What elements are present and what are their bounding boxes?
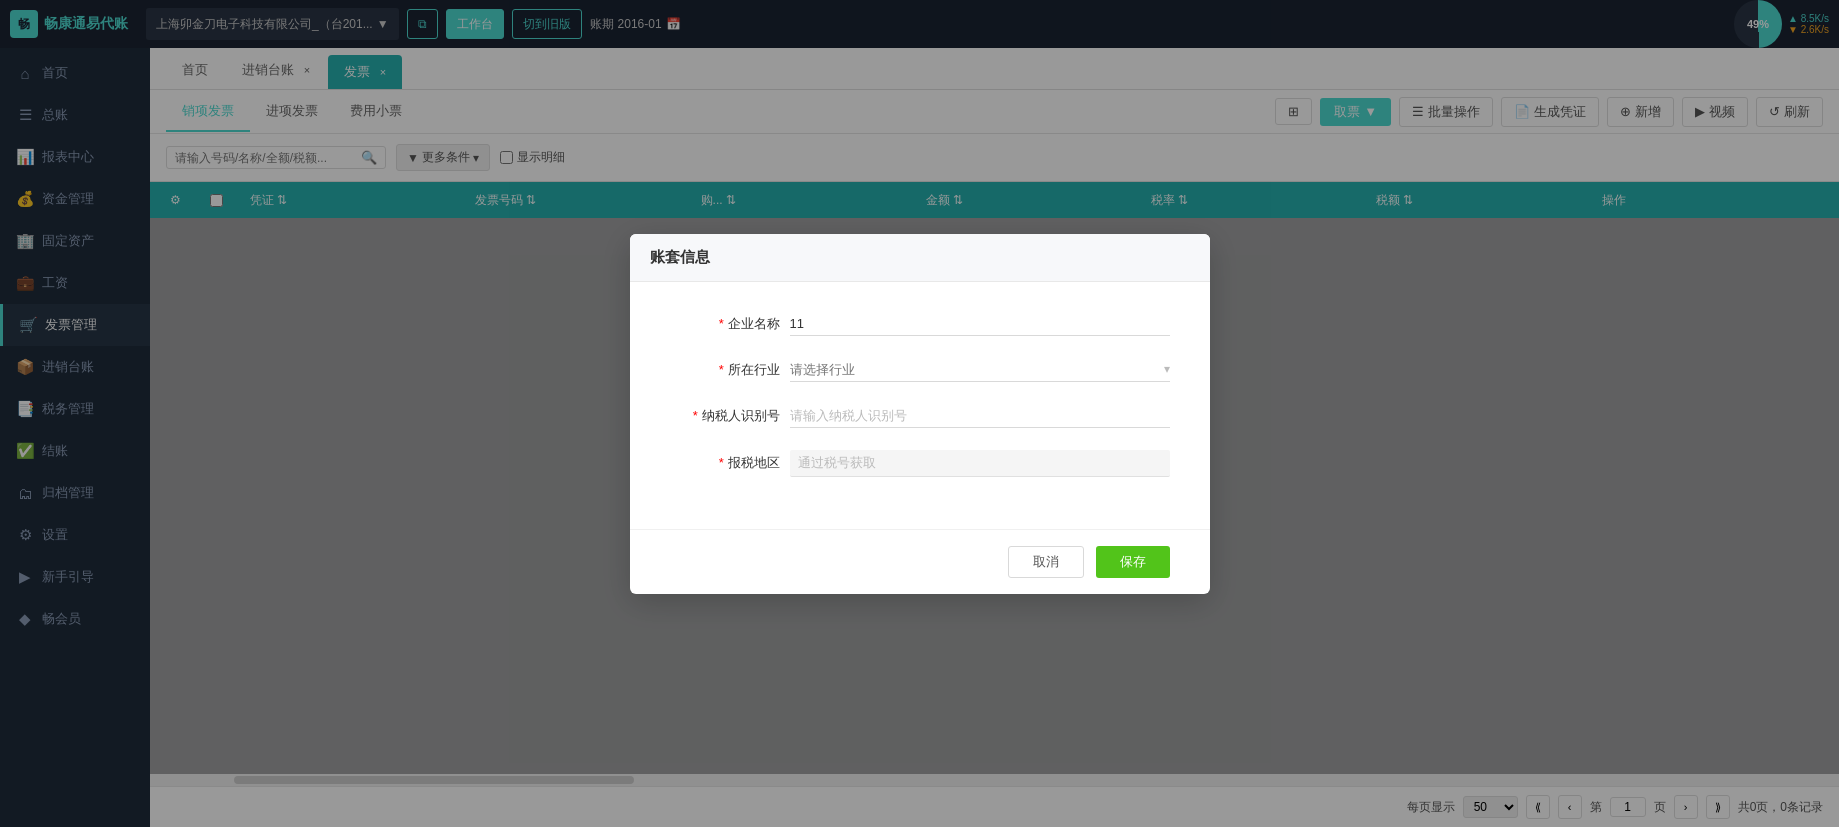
company-name-input[interactable] (790, 312, 1170, 336)
modal-footer: 取消 保存 (630, 529, 1210, 594)
modal-header: 账套信息 (630, 234, 1210, 282)
save-button[interactable]: 保存 (1096, 546, 1170, 578)
tax-id-input[interactable] (790, 404, 1170, 428)
company-name-label: * 企业名称 (670, 315, 790, 333)
industry-label: * 所在行业 (670, 361, 790, 379)
form-row-tax-region: * 报税地区 通过税号获取 (670, 450, 1170, 477)
form-row-tax-id: * 纳税人识别号 (670, 404, 1170, 428)
industry-input[interactable] (790, 362, 1164, 377)
tax-region-readonly: 通过税号获取 (790, 450, 1170, 477)
form-row-company: * 企业名称 (670, 312, 1170, 336)
tax-id-label: * 纳税人识别号 (670, 407, 790, 425)
industry-chevron-icon: ▾ (1164, 362, 1170, 376)
form-row-industry: * 所在行业 ▾ (670, 358, 1170, 382)
tax-region-label: * 报税地区 (670, 454, 790, 472)
modal-backdrop: 账套信息 * 企业名称 * 所在行业 ▾ (0, 0, 1839, 827)
account-info-modal: 账套信息 * 企业名称 * 所在行业 ▾ (630, 234, 1210, 594)
cancel-button[interactable]: 取消 (1008, 546, 1084, 578)
industry-select-wrap[interactable]: ▾ (790, 358, 1170, 382)
modal-body: * 企业名称 * 所在行业 ▾ * 纳税人识 (630, 282, 1210, 529)
